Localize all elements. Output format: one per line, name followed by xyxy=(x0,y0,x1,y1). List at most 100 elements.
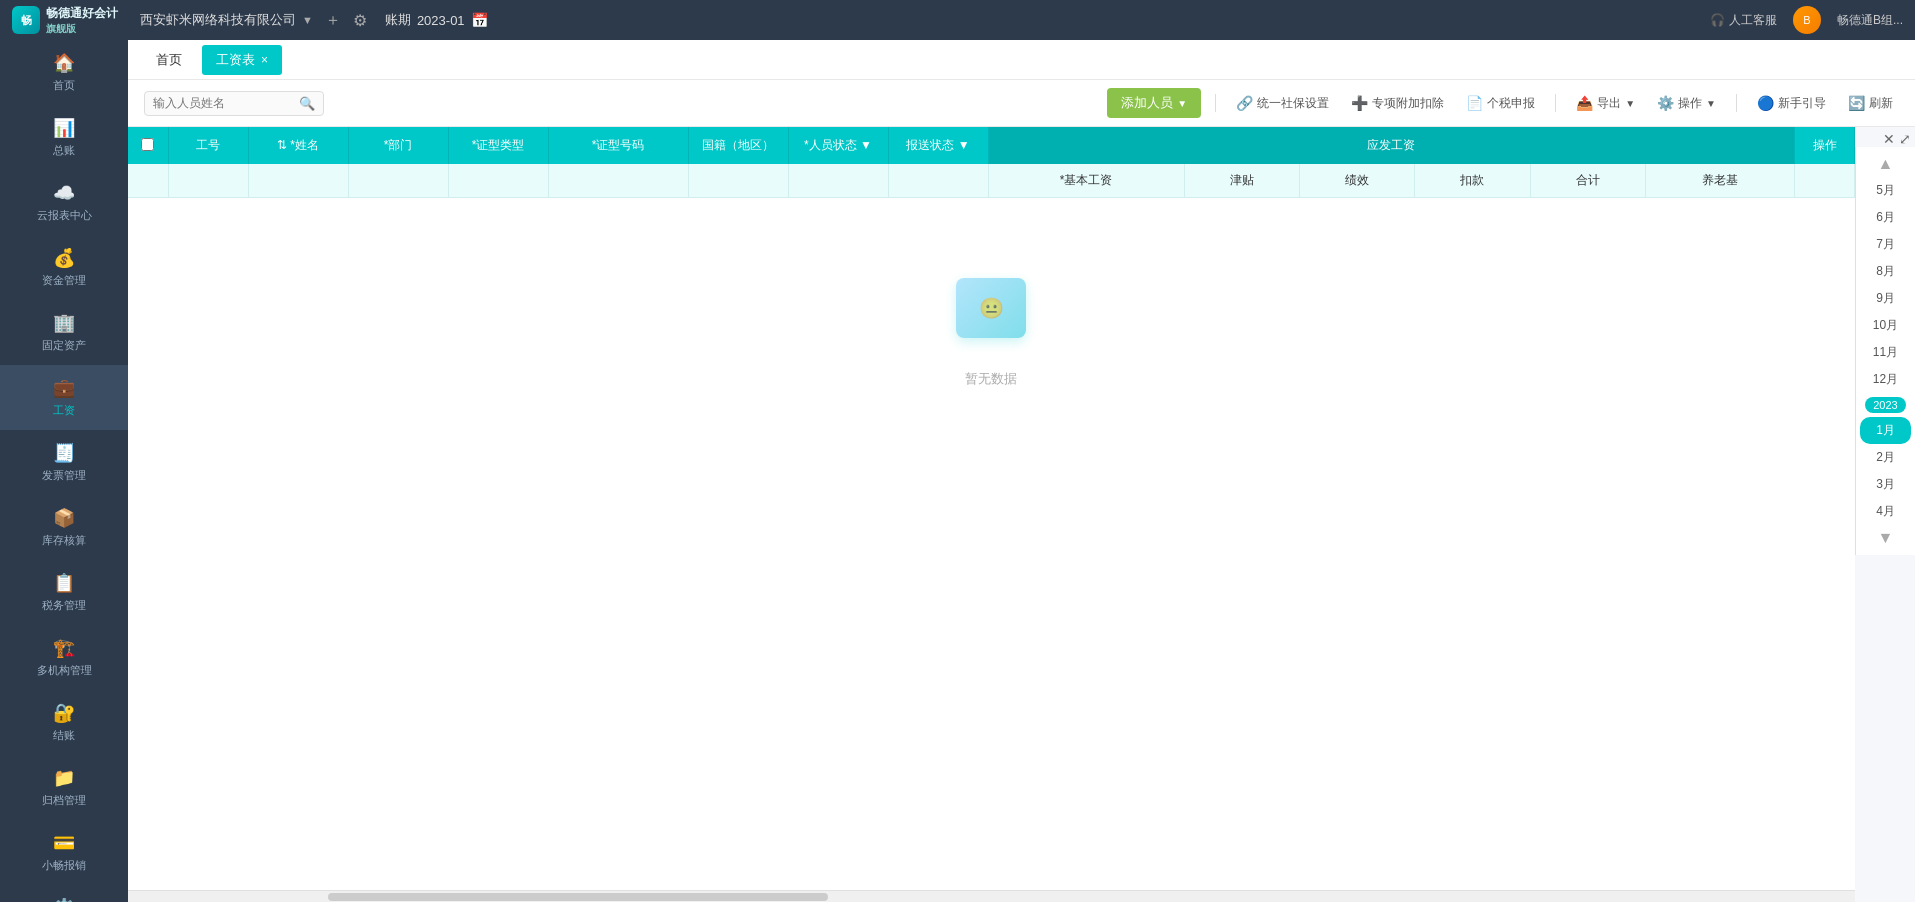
refresh-action[interactable]: 🔄 刷新 xyxy=(1842,91,1899,116)
tab-home[interactable]: 首页 xyxy=(140,45,198,75)
inventory-icon: 📦 xyxy=(53,507,75,529)
ledger-icon: 📊 xyxy=(53,117,75,139)
tab-close-icon[interactable]: × xyxy=(261,54,268,66)
sub-col-empty7 xyxy=(688,164,788,198)
search-icon: 🔍 xyxy=(299,96,315,111)
col-checkbox[interactable] xyxy=(128,127,168,164)
sidebar-item-cloud-report[interactable]: ☁️ 云报表中心 xyxy=(0,170,128,235)
cal-month-3[interactable]: 3月 xyxy=(1856,471,1915,498)
sidebar-item-expense[interactable]: 💳 小畅报销 xyxy=(0,820,128,885)
sidebar-item-inventory[interactable]: 📦 库存核算 xyxy=(0,495,128,560)
sidebar-item-tax[interactable]: 📋 税务管理 xyxy=(0,560,128,625)
sidebar-label-invoice: 发票管理 xyxy=(42,468,86,483)
expense-icon: 💳 xyxy=(53,832,75,854)
sidebar-label-archive: 归档管理 xyxy=(42,793,86,808)
col-report-status[interactable]: 报送状态 ▼ xyxy=(888,127,988,164)
col-dept: *部门 xyxy=(348,127,448,164)
sidebar-item-closing[interactable]: 🔐 结账 xyxy=(0,690,128,755)
home-icon: 🏠 xyxy=(53,52,75,74)
calendar-close-icon[interactable]: ✕ xyxy=(1883,131,1895,147)
cal-month-11[interactable]: 11月 xyxy=(1856,339,1915,366)
horizontal-scrollbar[interactable] xyxy=(128,890,1855,902)
empty-state-row: 暂无数据 xyxy=(128,198,1855,469)
sidebar-item-fixed-assets[interactable]: 🏢 固定资产 xyxy=(0,300,128,365)
select-all-checkbox[interactable] xyxy=(141,138,154,151)
sub-col-subsidy: 津贴 xyxy=(1184,164,1299,198)
sidebar-item-archive[interactable]: 📁 归档管理 xyxy=(0,755,128,820)
calendar-year-badge: 2023 xyxy=(1865,397,1905,413)
calendar-up-arrow[interactable]: ▲ xyxy=(1874,151,1898,177)
sidebar-item-settings[interactable]: ⚙️ 基础设置 xyxy=(0,885,128,902)
tab-bar: 首页 工资表 × xyxy=(128,40,1915,80)
sidebar-item-salary[interactable]: 💼 工资 xyxy=(0,365,128,430)
tab-salary-table[interactable]: 工资表 × xyxy=(202,45,282,75)
sidebar-item-ledger[interactable]: 📊 总账 xyxy=(0,105,128,170)
sidebar-label-fixed: 固定资产 xyxy=(42,338,86,353)
cal-month-4[interactable]: 4月 xyxy=(1856,498,1915,525)
calendar-down-arrow[interactable]: ▼ xyxy=(1874,525,1898,551)
calendar-expand-icon[interactable]: ⤢ xyxy=(1899,131,1911,147)
empty-icon xyxy=(951,278,1031,358)
company-selector[interactable]: 西安虾米网络科技有限公司 ▼ xyxy=(140,11,313,29)
add-company-btn[interactable]: ＋ xyxy=(323,8,343,33)
header-actions: ＋ ⚙ xyxy=(323,8,369,33)
col-wage-group: 应发工资 xyxy=(988,127,1795,164)
cal-month-8[interactable]: 8月 xyxy=(1856,258,1915,285)
sidebar-item-fund[interactable]: 💰 资金管理 xyxy=(0,235,128,300)
sidebar: 🏠 首页 📊 总账 ☁️ 云报表中心 💰 资金管理 🏢 固定资产 💼 工资 🧾 … xyxy=(0,40,128,902)
sub-col-empty6 xyxy=(548,164,688,198)
empty-robot-illustration xyxy=(956,278,1026,338)
fund-icon: 💰 xyxy=(53,247,75,269)
col-name[interactable]: ⇅ *姓名 xyxy=(248,127,348,164)
tax-report-action[interactable]: 📄 个税申报 xyxy=(1460,91,1541,116)
person-status-label: *人员状态 ▼ xyxy=(804,138,872,152)
cal-month-5[interactable]: 5月 xyxy=(1856,177,1915,204)
sidebar-label-home: 首页 xyxy=(53,78,75,93)
cal-month-10[interactable]: 10月 xyxy=(1856,312,1915,339)
cal-month-6[interactable]: 6月 xyxy=(1856,204,1915,231)
cal-month-12[interactable]: 12月 xyxy=(1856,366,1915,393)
cal-month-7[interactable]: 7月 xyxy=(1856,231,1915,258)
scrollbar-thumb[interactable] xyxy=(328,893,828,901)
add-person-button[interactable]: 添加人员 ▼ xyxy=(1107,88,1201,118)
tax-report-icon: 📄 xyxy=(1466,95,1483,111)
col-person-status[interactable]: *人员状态 ▼ xyxy=(788,127,888,164)
empty-text: 暂无数据 xyxy=(965,370,1017,388)
settings-btn[interactable]: ⚙ xyxy=(351,9,369,32)
sidebar-label-expense: 小畅报销 xyxy=(42,858,86,873)
sidebar-item-home[interactable]: 🏠 首页 xyxy=(0,40,128,105)
sub-col-empty8 xyxy=(788,164,888,198)
sidebar-item-multi-org[interactable]: 🏗️ 多机构管理 xyxy=(0,625,128,690)
special-deduct-action[interactable]: ➕ 专项附加扣除 xyxy=(1345,91,1450,116)
top-header: 畅 畅德通好会计 旗舰版 西安虾米网络科技有限公司 ▼ ＋ ⚙ 账期 2023-… xyxy=(0,0,1915,40)
guide-action[interactable]: 🔵 新手引导 xyxy=(1751,91,1832,116)
special-deduct-label: 专项附加扣除 xyxy=(1372,95,1444,112)
sub-col-empty9 xyxy=(888,164,988,198)
sub-col-deduct: 扣款 xyxy=(1415,164,1530,198)
social-security-icon: 🔗 xyxy=(1236,95,1253,111)
operations-action[interactable]: ⚙️ 操作 ▼ xyxy=(1651,91,1722,116)
logo-area: 畅 畅德通好会计 旗舰版 xyxy=(12,5,132,36)
calendar-icon[interactable]: 📅 xyxy=(471,12,488,28)
salary-table: 工号 ⇅ *姓名 *部门 *证型类型 *证型号码 国籍（地区） *人员状态 ▼ xyxy=(128,127,1855,468)
user-name[interactable]: 畅德通B组... xyxy=(1837,12,1903,29)
user-avatar[interactable]: B xyxy=(1793,6,1821,34)
top-right: 🎧 人工客服 B 畅德通B组... xyxy=(1710,6,1903,34)
fixed-assets-icon: 🏢 xyxy=(53,312,75,334)
search-input[interactable] xyxy=(153,96,293,110)
sidebar-item-invoice[interactable]: 🧾 发票管理 xyxy=(0,430,128,495)
main-content: 工号 ⇅ *姓名 *部门 *证型类型 *证型号码 国籍（地区） *人员状态 ▼ xyxy=(128,127,1915,902)
search-wrap: 🔍 xyxy=(144,91,324,116)
cal-month-1-active[interactable]: 1月 xyxy=(1860,417,1911,444)
social-security-action[interactable]: 🔗 统一社保设置 xyxy=(1230,91,1335,116)
cal-month-9[interactable]: 9月 xyxy=(1856,285,1915,312)
service-button[interactable]: 🎧 人工客服 xyxy=(1710,12,1777,29)
export-icon: 📤 xyxy=(1576,95,1593,111)
sidebar-label-closing: 结账 xyxy=(53,728,75,743)
social-security-label: 统一社保设置 xyxy=(1257,95,1329,112)
export-action[interactable]: 📤 导出 ▼ xyxy=(1570,91,1641,116)
headset-icon: 🎧 xyxy=(1710,13,1725,27)
invoice-icon: 🧾 xyxy=(53,442,75,464)
operations-icon: ⚙️ xyxy=(1657,95,1674,111)
cal-month-2[interactable]: 2月 xyxy=(1856,444,1915,471)
